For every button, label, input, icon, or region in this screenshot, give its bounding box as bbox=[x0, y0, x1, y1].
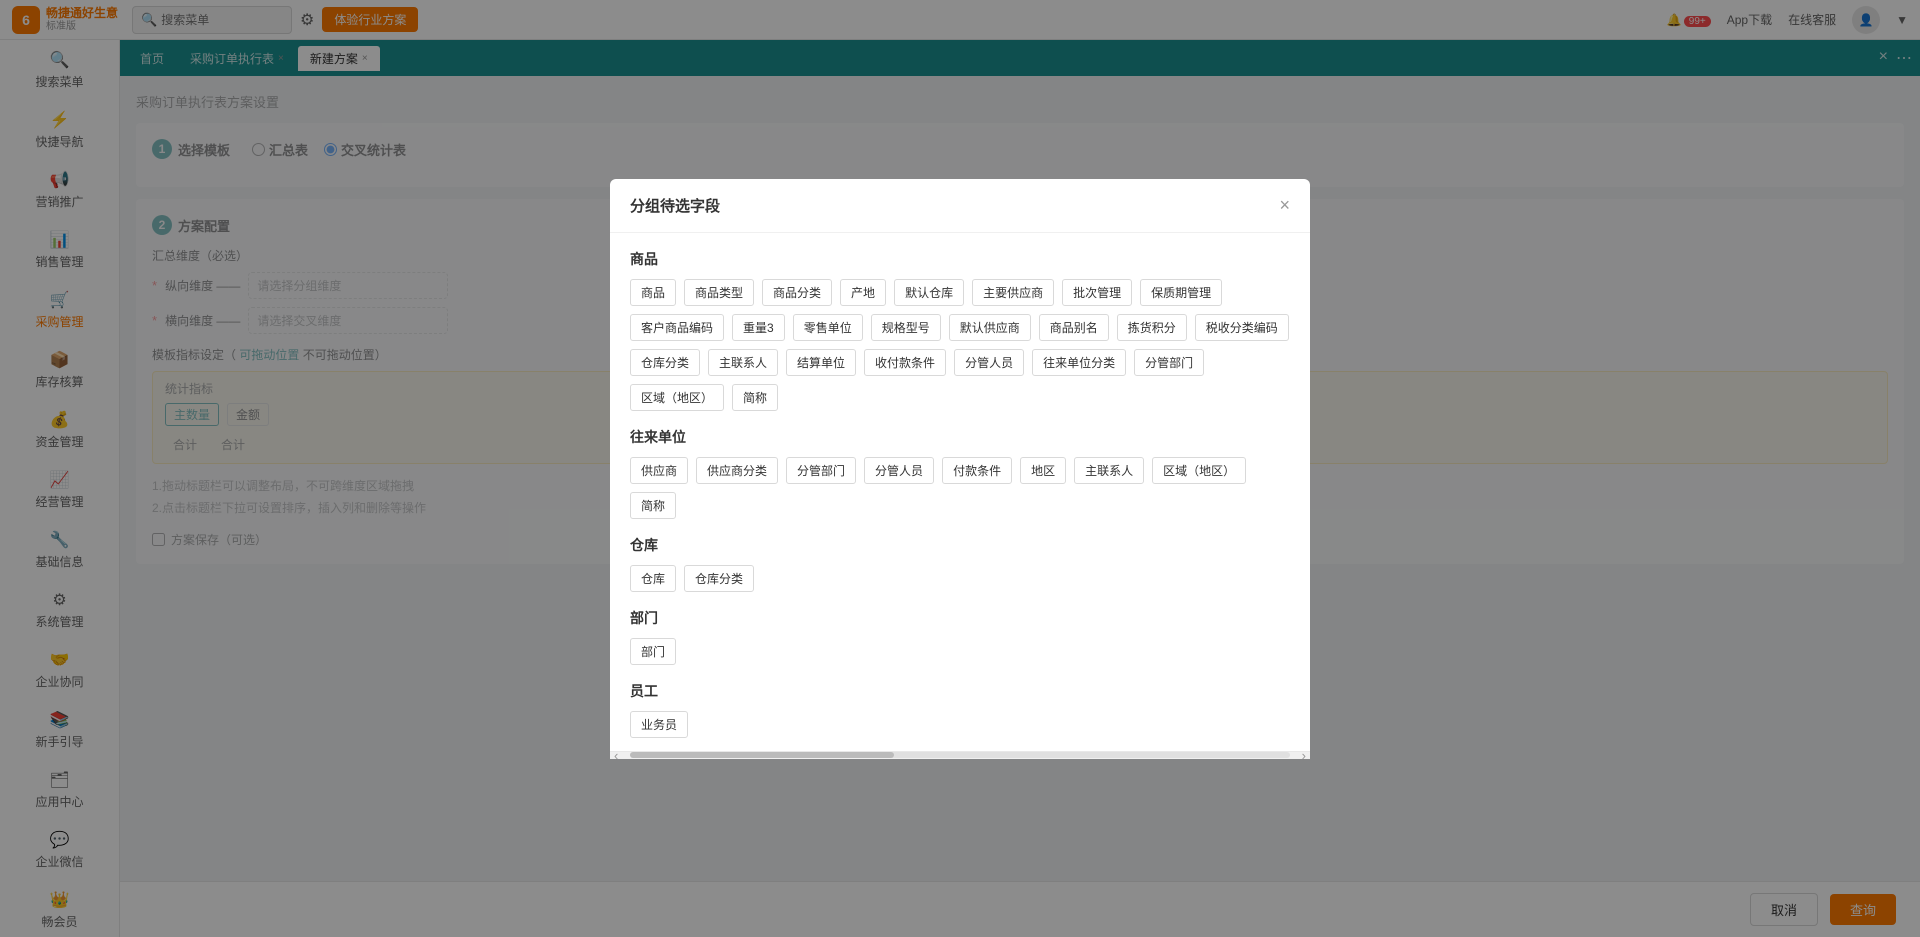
field-product-23[interactable]: 区域（地区） bbox=[630, 384, 724, 411]
field-product-19[interactable]: 收付款条件 bbox=[864, 349, 946, 376]
modal-title: 分组待选字段 bbox=[630, 195, 720, 216]
field-product-15[interactable]: 税收分类编码 bbox=[1195, 314, 1289, 341]
field-product-22[interactable]: 分管部门 bbox=[1134, 349, 1204, 376]
modal: 分组待选字段 × 商品 商品 商品类型 商品分类 产地 默认仓库 主要供应商 批… bbox=[610, 179, 1310, 759]
field-partner-2[interactable]: 分管部门 bbox=[786, 457, 856, 484]
field-product-0[interactable]: 商品 bbox=[630, 279, 676, 306]
field-product-14[interactable]: 拣货积分 bbox=[1117, 314, 1187, 341]
field-employee-0[interactable]: 业务员 bbox=[630, 711, 688, 738]
field-partner-6[interactable]: 主联系人 bbox=[1074, 457, 1144, 484]
field-partner-0[interactable]: 供应商 bbox=[630, 457, 688, 484]
hscroll-track bbox=[630, 752, 1289, 758]
field-product-12[interactable]: 默认供应商 bbox=[949, 314, 1031, 341]
field-product-4[interactable]: 默认仓库 bbox=[894, 279, 964, 306]
section-dept: 部门 部门 bbox=[630, 608, 1290, 665]
field-partner-5[interactable]: 地区 bbox=[1020, 457, 1066, 484]
modal-body[interactable]: 商品 商品 商品类型 商品分类 产地 默认仓库 主要供应商 批次管理 保质期管理… bbox=[610, 233, 1310, 751]
section-dept-title: 部门 bbox=[630, 608, 1290, 628]
section-partner-title: 往来单位 bbox=[630, 427, 1290, 447]
field-partner-1[interactable]: 供应商分类 bbox=[696, 457, 778, 484]
field-product-17[interactable]: 主联系人 bbox=[708, 349, 778, 376]
product-fields: 商品 商品类型 商品分类 产地 默认仓库 主要供应商 批次管理 保质期管理 客户… bbox=[630, 279, 1290, 411]
partner-fields: 供应商 供应商分类 分管部门 分管人员 付款条件 地区 主联系人 区域（地区） … bbox=[630, 457, 1290, 519]
field-product-1[interactable]: 商品类型 bbox=[684, 279, 754, 306]
field-product-11[interactable]: 规格型号 bbox=[871, 314, 941, 341]
section-product: 商品 商品 商品类型 商品分类 产地 默认仓库 主要供应商 批次管理 保质期管理… bbox=[630, 249, 1290, 411]
field-dept-0[interactable]: 部门 bbox=[630, 638, 676, 665]
field-partner-3[interactable]: 分管人员 bbox=[864, 457, 934, 484]
hscroll-thumb[interactable] bbox=[630, 752, 894, 758]
section-product-title: 商品 bbox=[630, 249, 1290, 269]
field-partner-4[interactable]: 付款条件 bbox=[942, 457, 1012, 484]
hscroll-right-arrow[interactable]: › bbox=[1298, 748, 1310, 763]
section-warehouse-title: 仓库 bbox=[630, 535, 1290, 555]
field-product-6[interactable]: 批次管理 bbox=[1062, 279, 1132, 306]
section-employee-title: 员工 bbox=[630, 681, 1290, 701]
field-product-24[interactable]: 简称 bbox=[732, 384, 778, 411]
field-product-20[interactable]: 分管人员 bbox=[954, 349, 1024, 376]
section-employee: 员工 业务员 bbox=[630, 681, 1290, 738]
modal-header: 分组待选字段 × bbox=[610, 179, 1310, 233]
field-product-5[interactable]: 主要供应商 bbox=[972, 279, 1054, 306]
field-product-10[interactable]: 零售单位 bbox=[793, 314, 863, 341]
field-product-7[interactable]: 保质期管理 bbox=[1140, 279, 1222, 306]
field-warehouse-0[interactable]: 仓库 bbox=[630, 565, 676, 592]
modal-horizontal-scrollbar[interactable]: ‹ › bbox=[610, 751, 1310, 759]
field-product-21[interactable]: 往来单位分类 bbox=[1032, 349, 1126, 376]
field-product-9[interactable]: 重量3 bbox=[732, 314, 785, 341]
hscroll-left-arrow[interactable]: ‹ bbox=[610, 748, 622, 763]
field-product-2[interactable]: 商品分类 bbox=[762, 279, 832, 306]
modal-overlay: 分组待选字段 × 商品 商品 商品类型 商品分类 产地 默认仓库 主要供应商 批… bbox=[0, 0, 1920, 937]
modal-close-btn[interactable]: × bbox=[1279, 195, 1290, 216]
section-partner: 往来单位 供应商 供应商分类 分管部门 分管人员 付款条件 地区 主联系人 区域… bbox=[630, 427, 1290, 519]
field-product-16[interactable]: 仓库分类 bbox=[630, 349, 700, 376]
warehouse-fields: 仓库 仓库分类 bbox=[630, 565, 1290, 592]
field-product-18[interactable]: 结算单位 bbox=[786, 349, 856, 376]
employee-fields: 业务员 bbox=[630, 711, 1290, 738]
field-partner-8[interactable]: 简称 bbox=[630, 492, 676, 519]
field-warehouse-1[interactable]: 仓库分类 bbox=[684, 565, 754, 592]
field-partner-7[interactable]: 区域（地区） bbox=[1152, 457, 1246, 484]
field-product-3[interactable]: 产地 bbox=[840, 279, 886, 306]
dept-fields: 部门 bbox=[630, 638, 1290, 665]
field-product-13[interactable]: 商品别名 bbox=[1039, 314, 1109, 341]
field-product-8[interactable]: 客户商品编码 bbox=[630, 314, 724, 341]
section-warehouse: 仓库 仓库 仓库分类 bbox=[630, 535, 1290, 592]
